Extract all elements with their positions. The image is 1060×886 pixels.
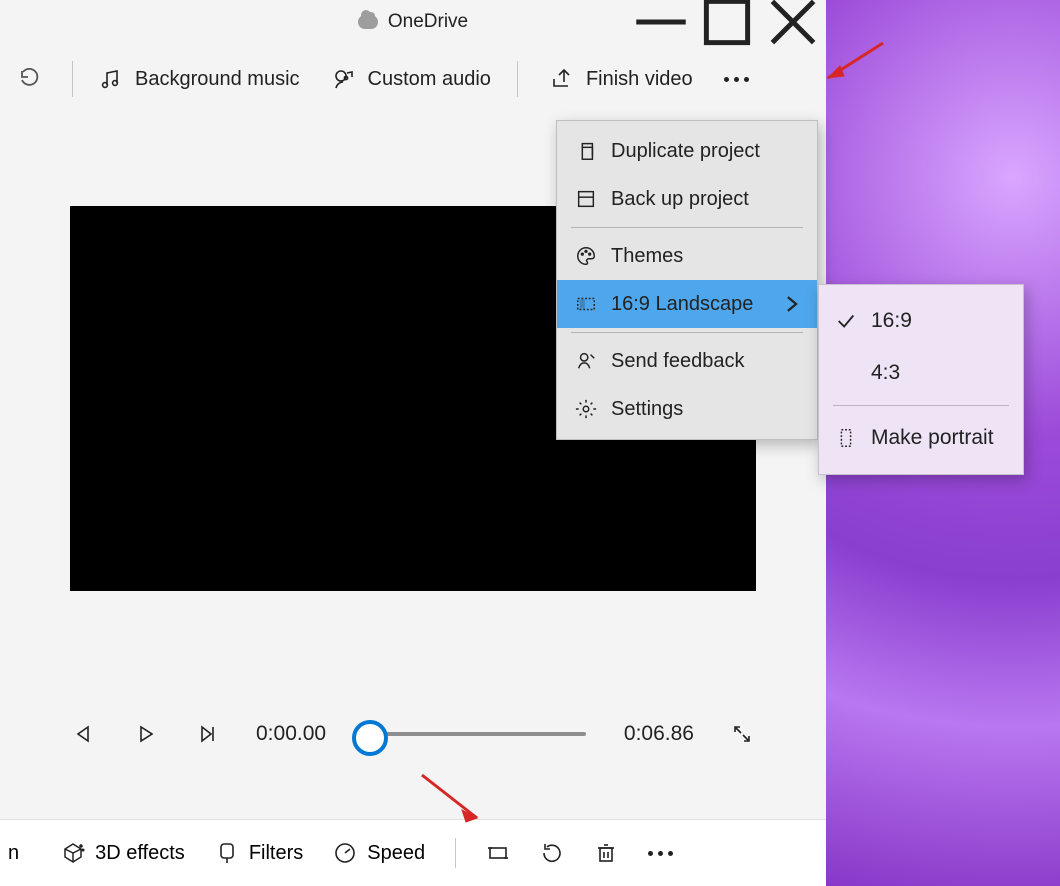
maximize-button[interactable] — [694, 0, 760, 44]
menu-label: Back up project — [611, 188, 749, 211]
menu-label: 16:9 Landscape — [611, 293, 753, 316]
custom-audio-label: Custom audio — [368, 68, 491, 91]
bottom-separator — [455, 838, 456, 868]
next-frame-button[interactable] — [194, 720, 222, 748]
delete-button[interactable] — [594, 841, 618, 865]
filters-button[interactable]: Filters — [215, 841, 303, 865]
menu-label: Themes — [611, 245, 683, 268]
menu-divider — [571, 332, 803, 333]
bottom-more-button[interactable] — [648, 851, 673, 856]
portrait-icon — [835, 427, 857, 449]
custom-audio-button[interactable]: Custom audio — [332, 67, 491, 91]
fullscreen-button[interactable] — [728, 720, 756, 748]
aspect-icon — [575, 293, 597, 315]
aspect-ratio-submenu: 16:9 4:3 Make portrait — [818, 284, 1024, 475]
gear-icon — [575, 398, 597, 420]
close-button[interactable] — [760, 0, 826, 44]
3d-effects-label: 3D effects — [95, 842, 185, 865]
background-music-button[interactable]: Background music — [99, 67, 300, 91]
minimize-button[interactable] — [628, 0, 694, 44]
toolbar-separator — [72, 61, 73, 97]
filters-label: Filters — [249, 842, 303, 865]
toolbar-separator — [517, 61, 518, 97]
onedrive-cloud-icon — [358, 15, 378, 29]
menu-aspect-ratio[interactable]: 16:9 Landscape — [557, 280, 817, 328]
3d-effects-button[interactable]: 3D effects — [61, 841, 185, 865]
icon-placeholder — [835, 362, 857, 384]
bottom-toolbar: n 3D effects Filters Speed — [0, 819, 826, 886]
submenu-label: 4:3 — [871, 361, 900, 385]
menu-label: Duplicate project — [611, 140, 760, 163]
current-time: 0:00.00 — [256, 722, 326, 746]
toolbar: Background music Custom audio Finish vid… — [0, 44, 826, 114]
seek-bar[interactable] — [364, 732, 586, 736]
feedback-icon — [575, 350, 597, 372]
submenu-make-portrait[interactable]: Make portrait — [819, 412, 1023, 464]
redo-button[interactable] — [18, 67, 42, 91]
rotate-button[interactable] — [540, 841, 564, 865]
background-music-label: Background music — [135, 68, 300, 91]
backup-icon — [575, 188, 597, 210]
more-options-menu: Duplicate project Back up project Themes… — [556, 120, 818, 440]
playback-controls: 0:00.00 0:06.86 — [70, 710, 756, 758]
speed-label: Speed — [367, 842, 425, 865]
submenu-divider — [833, 405, 1009, 406]
more-options-button[interactable] — [713, 55, 761, 103]
ellipsis-icon — [648, 851, 673, 856]
truncated-label: n — [0, 842, 19, 865]
window-title: OneDrive — [388, 11, 468, 33]
menu-backup-project[interactable]: Back up project — [557, 175, 817, 223]
menu-label: Send feedback — [611, 350, 744, 373]
menu-divider — [571, 227, 803, 228]
chevron-right-icon — [781, 293, 803, 315]
finish-video-button[interactable]: Finish video — [550, 67, 693, 91]
previous-frame-button[interactable] — [70, 720, 98, 748]
play-button[interactable] — [132, 720, 160, 748]
menu-settings[interactable]: Settings — [557, 385, 817, 433]
submenu-label: Make portrait — [871, 426, 994, 450]
seek-thumb[interactable] — [352, 720, 388, 756]
checkmark-icon — [835, 310, 857, 332]
titlebar: OneDrive — [0, 0, 826, 44]
submenu-16-9[interactable]: 16:9 — [819, 295, 1023, 347]
submenu-4-3[interactable]: 4:3 — [819, 347, 1023, 399]
duplicate-icon — [575, 140, 597, 162]
submenu-label: 16:9 — [871, 309, 912, 333]
menu-label: Settings — [611, 398, 683, 421]
menu-themes[interactable]: Themes — [557, 232, 817, 280]
menu-send-feedback[interactable]: Send feedback — [557, 337, 817, 385]
crop-button[interactable] — [486, 841, 510, 865]
speed-button[interactable]: Speed — [333, 841, 425, 865]
palette-icon — [575, 245, 597, 267]
menu-duplicate-project[interactable]: Duplicate project — [557, 127, 817, 175]
ellipsis-icon — [724, 77, 749, 82]
total-time: 0:06.86 — [624, 722, 694, 746]
finish-video-label: Finish video — [586, 68, 693, 91]
